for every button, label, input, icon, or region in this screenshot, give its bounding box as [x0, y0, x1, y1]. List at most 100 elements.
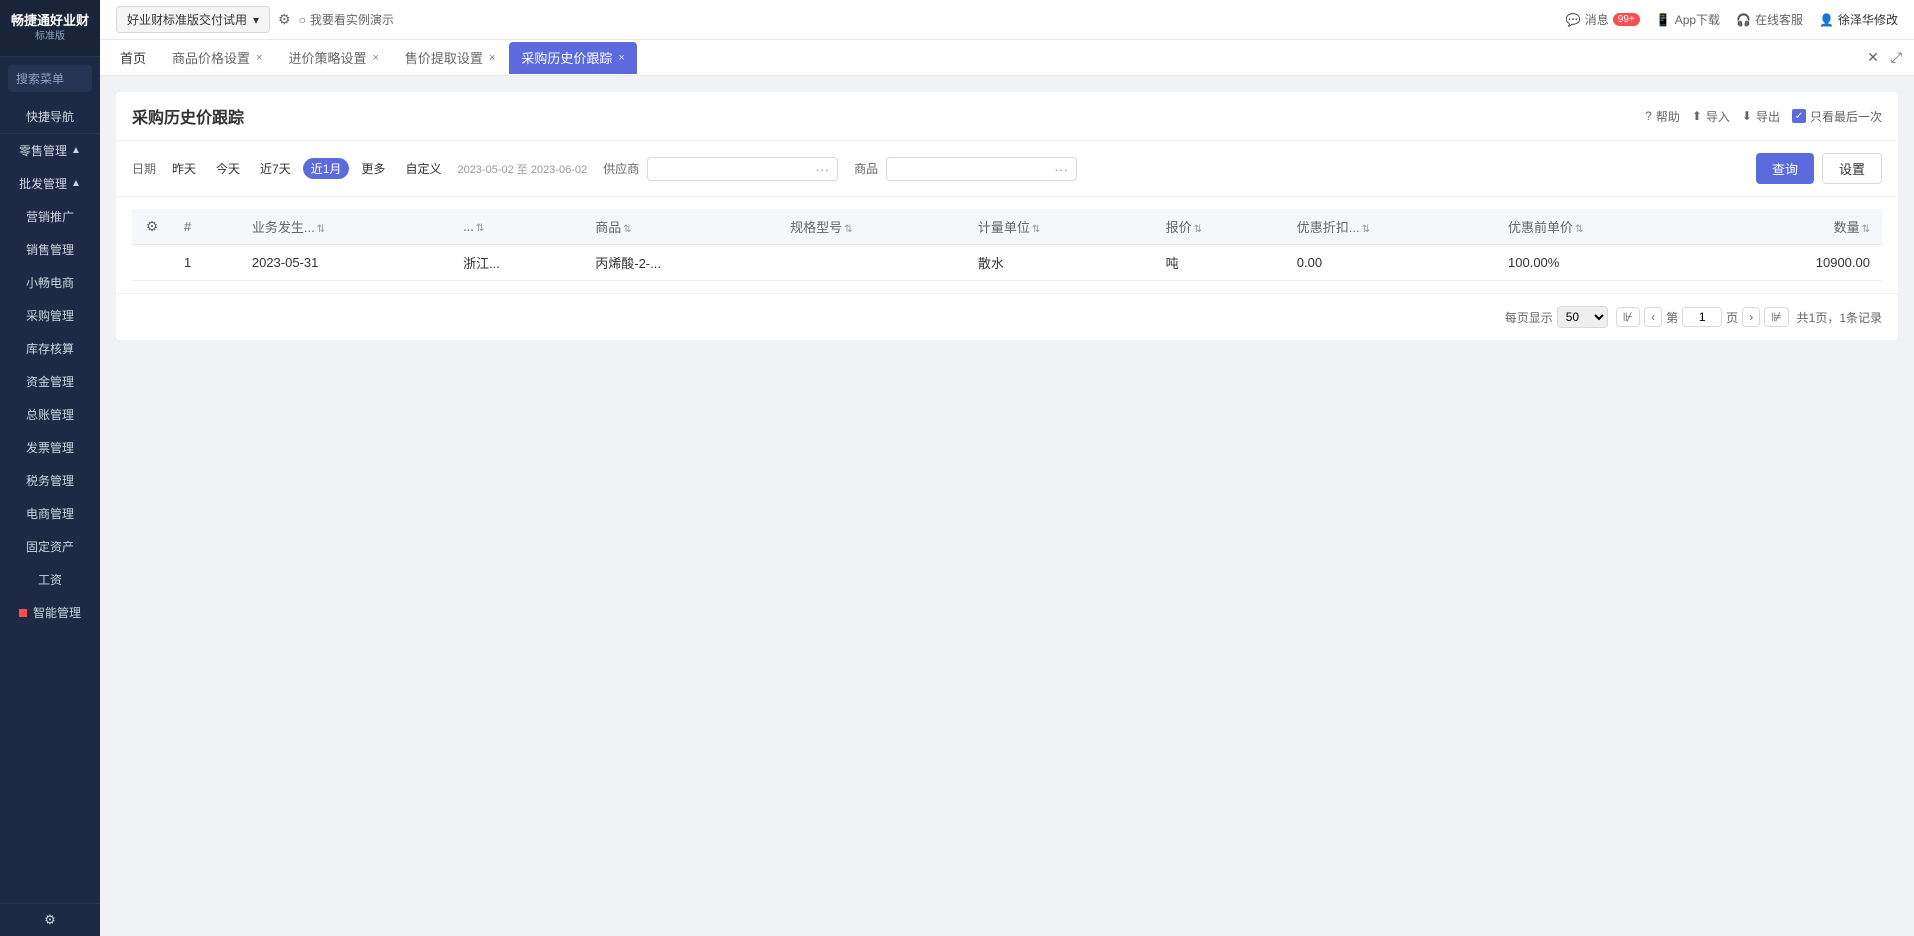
sidebar-item-marketing[interactable]: 营销推广 [0, 200, 100, 233]
sidebar-item-retail[interactable]: 零售管理 ▲ [0, 134, 100, 167]
date-btn-more[interactable]: 更多 [353, 158, 393, 179]
tab-close-icon[interactable]: × [372, 52, 378, 64]
table-container: ⚙ # 业务发生...⇅ ...⇅ 商品⇅ 规格型号⇅ 计量单位⇅ 报价⇅ 优惠… [116, 197, 1898, 293]
sidebar-settings-button[interactable]: ⚙ [0, 903, 100, 936]
col-pre-discount-price: 优惠前单价⇅ [1496, 209, 1712, 245]
tab-expand-button[interactable]: ⤢ [1887, 45, 1906, 70]
export-button[interactable]: ⬇ 导出 [1742, 108, 1780, 125]
date-btn-1month[interactable]: 近1月 [303, 158, 350, 179]
tab-purchase-history[interactable]: 采购历史价跟踪 × [509, 42, 636, 74]
tab-close-all-button[interactable]: ✕ [1863, 45, 1883, 70]
sidebar-item-ecommerce[interactable]: 电商管理 [0, 497, 100, 530]
last-only-checkbox-label[interactable]: ✓ 只看最后一次 [1792, 108, 1882, 125]
gear-icon[interactable]: ⚙ [146, 218, 159, 234]
user-name-label: 徐泽华修改 [1838, 11, 1898, 28]
cell-spec [778, 245, 966, 281]
sidebar-item-sales[interactable]: 销售管理 [0, 233, 100, 266]
user-menu-button[interactable]: 👤 徐泽华修改 [1819, 11, 1898, 28]
last-page-button[interactable]: ⊯ [1764, 307, 1788, 327]
app-download-button[interactable]: 📱 App下载 [1656, 11, 1720, 28]
online-service-button[interactable]: 🎧 在线客服 [1736, 11, 1803, 28]
sidebar-item-invoice[interactable]: 发票管理 [0, 431, 100, 464]
sidebar-item-wholesale[interactable]: 批发管理 ▲ [0, 167, 100, 200]
tab-purchase-strategy[interactable]: 进价策略设置 × [276, 42, 390, 74]
sidebar-item-label: 库存核算 [26, 340, 74, 357]
cell-pre-discount-price: 100.00% [1496, 245, 1712, 281]
import-button[interactable]: ⬆ 导入 [1692, 108, 1730, 125]
tab-close-icon[interactable]: × [618, 52, 624, 64]
col-quantity: 数量⇅ [1712, 209, 1882, 245]
supplier-input[interactable] [656, 162, 811, 176]
message-icon: 💬 [1566, 13, 1581, 27]
help-button[interactable]: ? 帮助 [1645, 108, 1680, 125]
filter-bar: 日期 昨天 今天 近7天 近1月 更多 自定义 2023-05-02 至 202… [116, 141, 1898, 197]
sidebar-item-smart[interactable]: 智能管理 [0, 596, 100, 629]
cell-discount-pct: 0.00 [1285, 245, 1496, 281]
date-filter-label: 日期 [132, 160, 156, 177]
sidebar-item-payroll[interactable]: 工资 [0, 563, 100, 596]
tab-close-icon[interactable]: × [256, 52, 262, 64]
date-btn-yesterday[interactable]: 昨天 [164, 158, 204, 179]
last-only-label: 只看最后一次 [1810, 108, 1882, 125]
date-filter: 日期 昨天 今天 近7天 近1月 更多 自定义 2023-05-02 至 202… [132, 158, 587, 179]
cell-settings [132, 245, 172, 281]
sidebar-item-tax[interactable]: 税务管理 [0, 464, 100, 497]
prev-page-button[interactable]: ‹ [1644, 307, 1662, 327]
settings-icon[interactable]: ⚙ [278, 11, 291, 28]
gear-icon: ⚙ [44, 912, 56, 927]
first-page-button[interactable]: ⊮ [1616, 307, 1640, 327]
col-unit: 计量单位⇅ [966, 209, 1154, 245]
tab-price-settings[interactable]: 商品价格设置 × [160, 42, 274, 74]
col-settings: ⚙ [132, 209, 172, 245]
cell-unit: 散水 [966, 245, 1154, 281]
online-service-label: 在线客服 [1755, 11, 1803, 28]
page-number-input[interactable] [1682, 307, 1722, 327]
version-selector[interactable]: 好业财标准版交付试用 ▾ [116, 6, 270, 33]
chevron-up-icon: ▲ [71, 178, 81, 189]
date-btn-today[interactable]: 今天 [208, 158, 248, 179]
sidebar-item-inventory[interactable]: 库存核算 [0, 332, 100, 365]
sidebar-item-fixed-assets[interactable]: 固定资产 [0, 530, 100, 563]
tab-actions: ✕ ⤢ [1863, 45, 1906, 70]
query-button[interactable]: 查询 [1756, 153, 1814, 184]
tab-sale-price[interactable]: 售价提取设置 × [393, 42, 507, 74]
app-logo-title: 畅捷通好业财 [8, 12, 92, 30]
sidebar-item-general-ledger[interactable]: 总账管理 [0, 398, 100, 431]
supplier-dots[interactable]: ··· [815, 161, 829, 177]
sidebar-item-label: 固定资产 [26, 538, 74, 555]
page-navigation: ⊮ ‹ 第 页 › ⊯ [1616, 307, 1789, 327]
demo-link[interactable]: ○ 我要看实例演示 [299, 11, 394, 28]
tab-close-icon[interactable]: × [489, 52, 495, 64]
per-page-label: 每页显示 [1505, 309, 1553, 326]
sidebar-item-label: 零售管理 [19, 142, 67, 159]
sidebar-item-label: 批发管理 [19, 175, 67, 192]
sidebar-item-finance[interactable]: 资金管理 [0, 365, 100, 398]
sidebar-item-label: 小畅电商 [26, 274, 74, 291]
next-page-button[interactable]: › [1742, 307, 1760, 327]
settings-button[interactable]: 设置 [1822, 153, 1882, 184]
data-table: ⚙ # 业务发生...⇅ ...⇅ 商品⇅ 规格型号⇅ 计量单位⇅ 报价⇅ 优惠… [132, 209, 1882, 281]
sidebar-item-label: 工资 [38, 571, 62, 588]
per-page-select[interactable]: 10 20 50 100 [1557, 306, 1608, 328]
top-header-left: 好业财标准版交付试用 ▾ ⚙ ○ 我要看实例演示 [116, 6, 394, 33]
date-btn-7days[interactable]: 近7天 [252, 158, 299, 179]
search-menu-button[interactable]: 搜索菜单 [8, 65, 92, 92]
sidebar-item-ecommerce-light[interactable]: 小畅电商 [0, 266, 100, 299]
goods-dots[interactable]: ··· [1054, 161, 1068, 177]
cell-extra: 浙江... [451, 245, 583, 281]
app-logo-sub: 标准版 [8, 30, 92, 44]
sidebar-item-quick-nav[interactable]: 快捷导航 [0, 100, 100, 133]
goods-input[interactable] [895, 162, 1050, 176]
tab-home[interactable]: 首页 [108, 42, 158, 74]
sidebar-item-purchase[interactable]: 采购管理 [0, 299, 100, 332]
question-icon: ? [1645, 109, 1652, 123]
sidebar-item-label: 营销推广 [26, 208, 74, 225]
filter-actions: 查询 设置 [1756, 153, 1882, 184]
message-button[interactable]: 💬 消息 99+ [1566, 11, 1640, 28]
tab-label: 进价策略设置 [288, 48, 366, 67]
page-title: 采购历史价跟踪 [132, 104, 244, 128]
date-btn-custom[interactable]: 自定义 [397, 158, 449, 179]
export-label: 导出 [1756, 108, 1780, 125]
table-row: 1 2023-05-31 浙江... 丙烯酸-2-... 散水 吨 0.00 1… [132, 245, 1882, 281]
export-icon: ⬇ [1742, 109, 1752, 123]
